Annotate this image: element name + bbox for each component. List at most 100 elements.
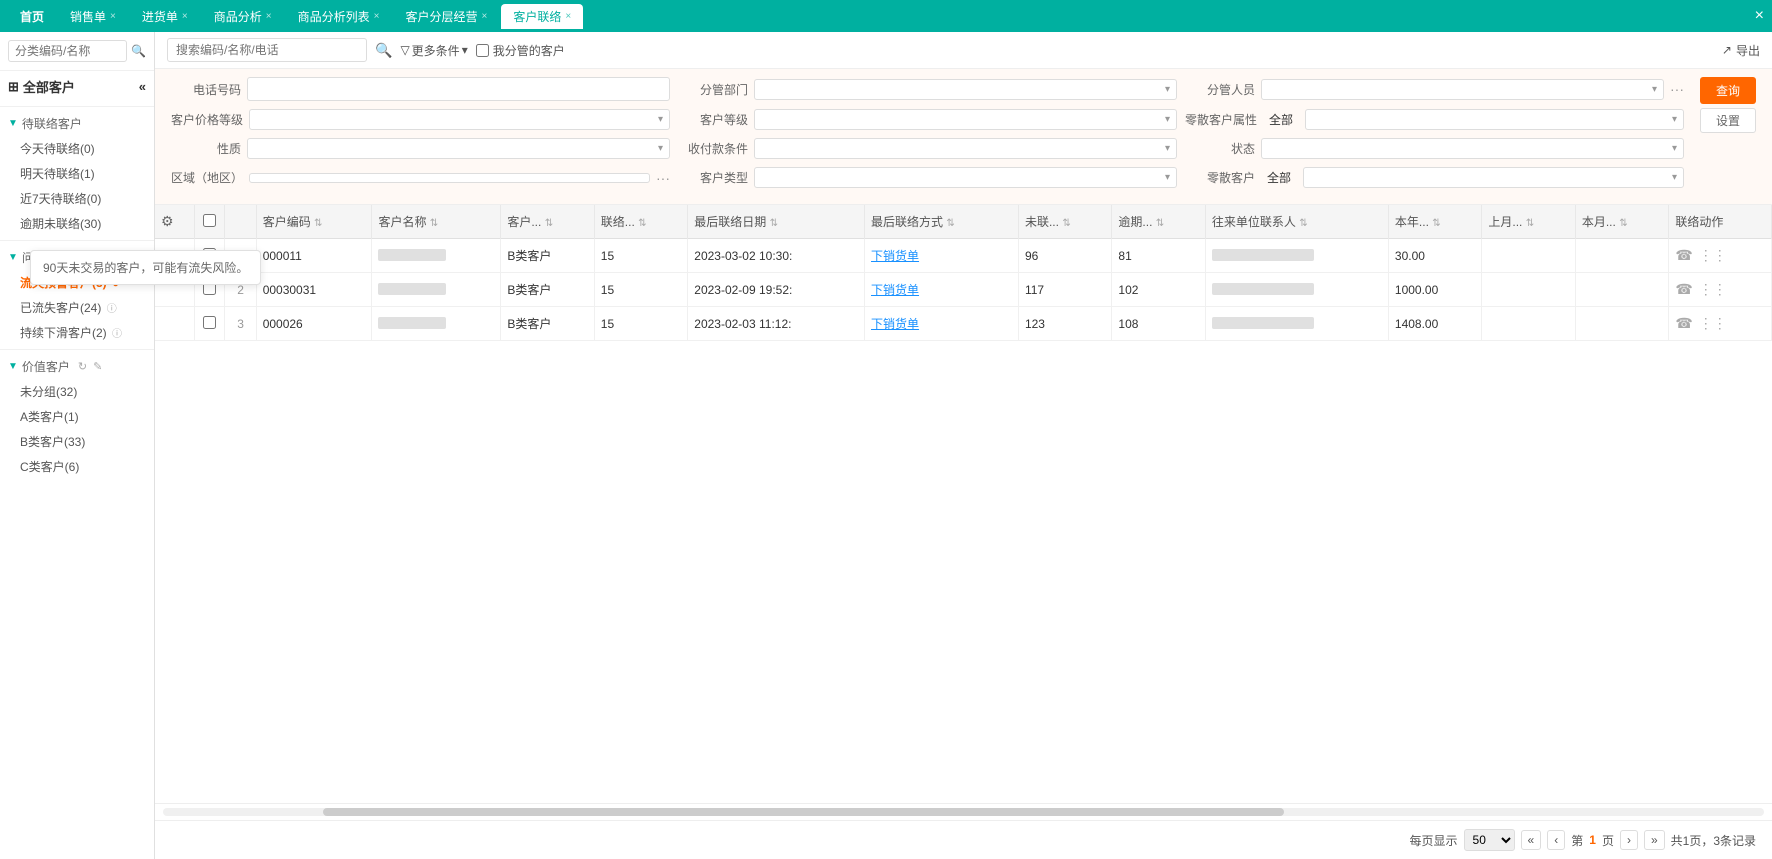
last-page-btn[interactable]: »: [1644, 830, 1665, 850]
person-select[interactable]: ▾: [1261, 79, 1664, 100]
col-this-month[interactable]: 本月... ⇅: [1575, 205, 1668, 239]
col-customer-type-sort[interactable]: ⇅: [545, 218, 553, 229]
filter-search-input[interactable]: [167, 38, 367, 62]
sidebar-item-churned[interactable]: 已流失客户(24) ⓘ: [0, 295, 154, 320]
customer-type-select[interactable]: ▾: [754, 167, 1177, 188]
row1-phone-icon[interactable]: ☎: [1675, 247, 1692, 264]
my-customers-checkbox[interactable]: [476, 44, 489, 57]
col-unit-contact[interactable]: 往来单位联系人 ⇅: [1205, 205, 1388, 239]
nav-tab-purchase[interactable]: 进货单 ×: [130, 4, 200, 29]
row3-more-icon[interactable]: ⋮⋮: [1699, 315, 1727, 332]
first-page-btn[interactable]: «: [1521, 830, 1542, 850]
col-no-contact[interactable]: 未联... ⇅: [1018, 205, 1111, 239]
nav-tab-customer-link[interactable]: 客户联络 ×: [501, 4, 583, 29]
col-this-year[interactable]: 本年... ⇅: [1388, 205, 1481, 239]
status-select[interactable]: ▾: [1261, 138, 1684, 159]
col-settings[interactable]: ⚙: [155, 205, 195, 239]
value-refresh-icon[interactable]: ↻: [78, 360, 87, 373]
col-last-contact-date-sort[interactable]: ⇅: [770, 218, 778, 229]
sidebar-item-tomorrow[interactable]: 明天待联络(1): [0, 161, 154, 186]
row3-last-contact-method[interactable]: 下销货单: [865, 307, 1019, 341]
person-more[interactable]: ···: [1670, 81, 1684, 97]
col-customer-type[interactable]: 客户... ⇅: [501, 205, 594, 239]
my-customers-checkbox-label[interactable]: 我分管的客户: [476, 42, 565, 59]
setting-button[interactable]: 设置: [1700, 108, 1756, 133]
col-customer-code-sort[interactable]: ⇅: [314, 218, 322, 229]
row2-more-icon[interactable]: ⋮⋮: [1699, 281, 1727, 298]
payment-select[interactable]: ▾: [754, 138, 1177, 159]
col-last-contact-date[interactable]: 最后联络日期 ⇅: [688, 205, 865, 239]
sidebar-item-unclassified[interactable]: 未分组(32): [0, 379, 154, 404]
col-last-month[interactable]: 上月... ⇅: [1482, 205, 1575, 239]
row1-method-link[interactable]: 下销货单: [871, 249, 919, 263]
prev-page-btn[interactable]: ‹: [1547, 830, 1565, 850]
row2-last-contact-method[interactable]: 下销货单: [865, 273, 1019, 307]
row2-phone-icon[interactable]: ☎: [1675, 281, 1692, 298]
sidebar-item-class-b[interactable]: B类客户(33): [0, 429, 154, 454]
nav-tab-goods-list[interactable]: 商品分析列表 ×: [286, 4, 392, 29]
col-last-month-sort[interactable]: ⇅: [1526, 218, 1534, 229]
region-more[interactable]: ···: [656, 170, 670, 186]
col-contact[interactable]: 联络... ⇅: [594, 205, 687, 239]
per-page-select[interactable]: 50 100 200: [1464, 829, 1515, 851]
col-last-contact-method[interactable]: 最后联络方式 ⇅: [865, 205, 1019, 239]
retail-customer-select[interactable]: ▾: [1303, 167, 1684, 188]
row3-method-link[interactable]: 下销货单: [871, 317, 919, 331]
row1-more-icon[interactable]: ⋮⋮: [1699, 247, 1727, 264]
dept-select[interactable]: ▾: [754, 79, 1177, 100]
col-this-year-sort[interactable]: ⇅: [1432, 218, 1440, 229]
row1-last-contact-method[interactable]: 下销货单: [865, 239, 1019, 273]
close-all-btn[interactable]: ×: [1755, 7, 1764, 25]
region-select[interactable]: [249, 173, 650, 183]
col-overdue-sort[interactable]: ⇅: [1156, 218, 1164, 229]
sidebar-all-customers[interactable]: ⊞ 全部客户 «: [0, 71, 154, 102]
nav-tab-goods-analysis-close[interactable]: ×: [266, 11, 272, 22]
customer-grade-select[interactable]: ▾: [754, 109, 1177, 130]
sidebar-group-pending[interactable]: ▼ 待联络客户: [0, 111, 154, 136]
col-contact-sort[interactable]: ⇅: [638, 218, 646, 229]
horizontal-scrollbar[interactable]: [155, 803, 1772, 820]
price-grade-select[interactable]: ▾: [249, 109, 670, 130]
sidebar-item-class-c[interactable]: C类客户(6): [0, 454, 154, 479]
nav-tab-purchase-close[interactable]: ×: [182, 11, 188, 22]
nav-tab-goods-list-close[interactable]: ×: [374, 11, 380, 22]
col-overdue[interactable]: 逾期... ⇅: [1112, 205, 1205, 239]
collapse-icon[interactable]: «: [139, 79, 146, 94]
row3-phone-icon[interactable]: ☎: [1675, 315, 1692, 332]
row2-method-link[interactable]: 下销货单: [871, 283, 919, 297]
search-button[interactable]: 🔍: [375, 42, 392, 59]
phone-input[interactable]: [247, 77, 670, 101]
sidebar-item-class-a[interactable]: A类客户(1): [0, 404, 154, 429]
col-last-contact-method-sort[interactable]: ⇅: [946, 218, 954, 229]
next-page-btn[interactable]: ›: [1620, 830, 1638, 850]
nav-tab-goods-analysis[interactable]: 商品分析 ×: [202, 4, 284, 29]
query-button[interactable]: 查询: [1700, 77, 1756, 104]
sidebar-search-input[interactable]: [8, 40, 127, 62]
nature-select[interactable]: ▾: [247, 138, 670, 159]
row3-checkbox[interactable]: [203, 316, 216, 329]
col-customer-name[interactable]: 客户名称 ⇅: [372, 205, 501, 239]
scroll-track[interactable]: [163, 808, 1764, 816]
value-edit-icon[interactable]: ✎: [93, 360, 102, 373]
nav-tab-customer-tier[interactable]: 客户分层经营 ×: [393, 4, 499, 29]
col-customer-code[interactable]: 客户编码 ⇅: [256, 205, 372, 239]
sidebar-group-value[interactable]: ▼ 价值客户 ↻ ✎: [0, 354, 154, 379]
sidebar-item-today[interactable]: 今天待联络(0): [0, 136, 154, 161]
scroll-thumb[interactable]: [323, 808, 1284, 816]
more-conditions-button[interactable]: ▽ 更多条件 ▾: [400, 42, 467, 59]
nav-tab-customer-tier-close[interactable]: ×: [481, 11, 487, 22]
select-all-checkbox[interactable]: [203, 214, 216, 227]
sidebar-item-declining[interactable]: 持续下滑客户(2) ⓘ: [0, 320, 154, 345]
nav-tab-sales-close[interactable]: ×: [110, 11, 116, 22]
col-no-contact-sort[interactable]: ⇅: [1062, 218, 1070, 229]
sidebar-item-overdue[interactable]: 逾期未联络(30): [0, 211, 154, 236]
sidebar-item-week[interactable]: 近7天待联络(0): [0, 186, 154, 211]
col-this-month-sort[interactable]: ⇅: [1619, 218, 1627, 229]
nav-tab-home[interactable]: 首页: [8, 4, 56, 29]
nav-tab-customer-link-close[interactable]: ×: [565, 11, 571, 22]
retail-attr-select[interactable]: ▾: [1305, 109, 1684, 130]
nav-tab-sales[interactable]: 销售单 ×: [58, 4, 128, 29]
settings-icon[interactable]: ⚙: [161, 213, 174, 229]
col-customer-name-sort[interactable]: ⇅: [430, 218, 438, 229]
export-button[interactable]: ↗ 导出: [1722, 42, 1760, 59]
